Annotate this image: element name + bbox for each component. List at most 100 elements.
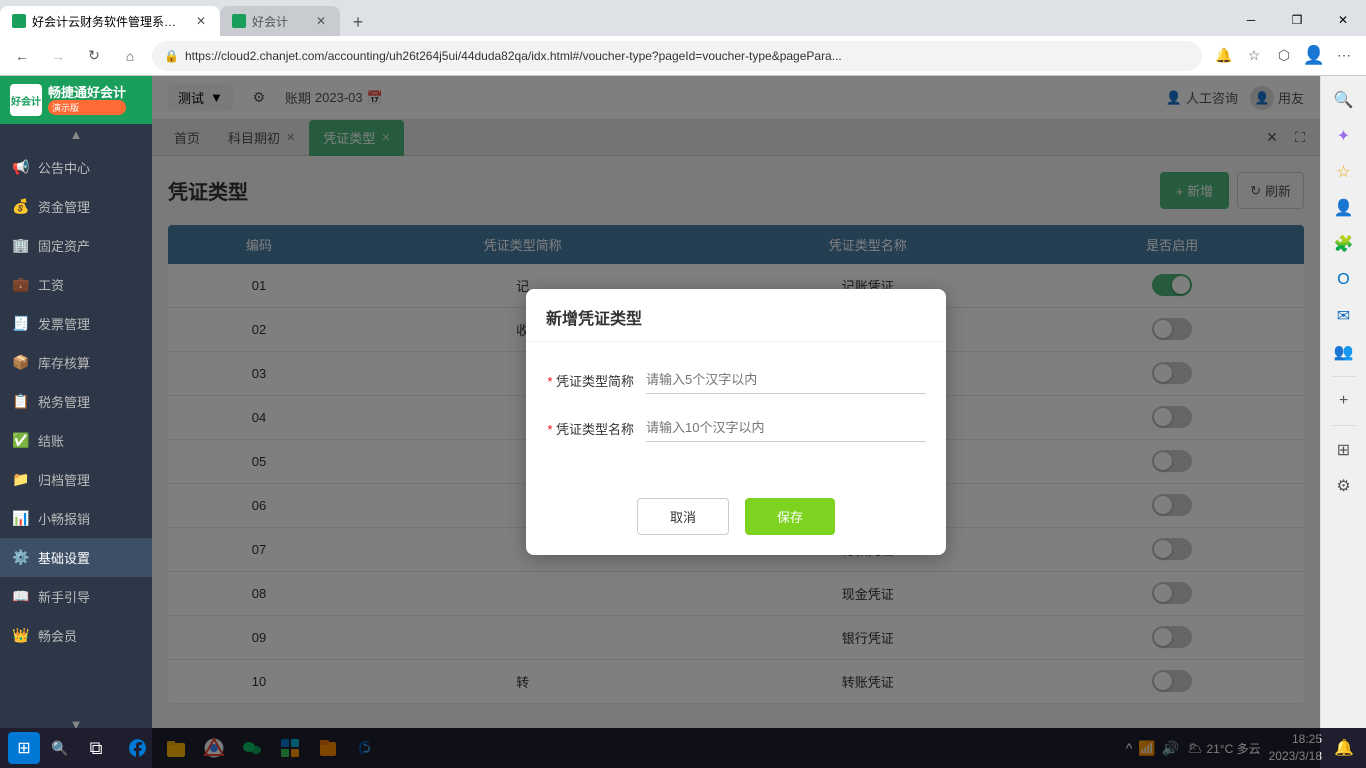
save-button[interactable]: 保存 (745, 498, 835, 535)
right-panel: 🔍 ✦ ☆ 👤 🧩 O ✉ 👥 + ⊞ ⚙ (1320, 76, 1366, 768)
right-panel-star-button[interactable]: ☆ (1328, 156, 1360, 188)
tab-title-1: 好会计云财务软件管理系统_会计 (32, 13, 188, 30)
tab-2[interactable]: 好会计 ✕ (220, 6, 340, 36)
tab-close-1[interactable]: ✕ (194, 12, 208, 30)
logo-badge: 演示版 (48, 100, 126, 115)
tax-icon: 📋 (12, 393, 30, 411)
right-panel-ai-button[interactable]: ✦ (1328, 120, 1360, 152)
sidebar-label-fixed-assets: 固定资产 (38, 236, 90, 255)
name-form-row: 凭证类型名称 (546, 414, 926, 442)
right-panel-mail-button[interactable]: ✉ (1328, 300, 1360, 332)
sidebar-item-fixed-assets[interactable]: 🏢 固定资产 (0, 226, 152, 265)
sidebar-item-settlement[interactable]: ✅ 结账 (0, 421, 152, 460)
sidebar-scroll-up[interactable]: ▲ (0, 124, 152, 144)
url-bar[interactable]: 🔒 https://cloud2.chanjet.com/accounting/… (152, 41, 1202, 71)
task-view-button[interactable]: ⧉ (80, 732, 112, 764)
menu-button[interactable]: ⋯ (1330, 42, 1358, 70)
add-voucher-type-modal: 新增凭证类型 凭证类型简称 凭证类型名称 取消 保存 (526, 289, 946, 555)
reload-button[interactable]: ↻ (80, 42, 108, 70)
sidebar-logo: 好会计 畅捷通好会计 演示版 (0, 76, 152, 124)
sidebar: 好会计 畅捷通好会计 演示版 ▲ 📢 公告中心 💰 资金管理 🏢 固定资产 (0, 76, 152, 768)
announcements-icon: 📢 (12, 159, 30, 177)
modal-body: 凭证类型简称 凭证类型名称 (526, 342, 946, 486)
right-panel-extension-button[interactable]: 🧩 (1328, 228, 1360, 260)
sidebar-item-payroll[interactable]: 💼 工资 (0, 265, 152, 304)
right-panel-search-button[interactable]: 🔍 (1328, 84, 1360, 116)
tab-1[interactable]: 好会计云财务软件管理系统_会计 ✕ (0, 6, 220, 36)
membership-icon: 👑 (12, 627, 30, 645)
lock-icon: 🔒 (164, 49, 179, 63)
guide-icon: 📖 (12, 588, 30, 606)
sidebar-item-announcements[interactable]: 📢 公告中心 (0, 148, 152, 187)
logo-text: 畅捷通好会计 (48, 85, 126, 101)
address-bar: ← → ↻ ⌂ 🔒 https://cloud2.chanjet.com/acc… (0, 36, 1366, 76)
sidebar-item-guide[interactable]: 📖 新手引导 (0, 577, 152, 616)
settlement-icon: ✅ (12, 432, 30, 450)
profile-button[interactable]: 👤 (1300, 42, 1328, 70)
sidebar-item-expense[interactable]: 📊 小畅报销 (0, 499, 152, 538)
browser-actions: 🔔 ☆ ⬡ 👤 ⋯ (1210, 42, 1358, 70)
back-button[interactable]: ← (8, 42, 36, 70)
sidebar-item-tax[interactable]: 📋 税务管理 (0, 382, 152, 421)
sidebar-label-expense: 小畅报销 (38, 509, 90, 528)
taskbar-edge[interactable] (120, 730, 156, 766)
tab-favicon-1 (12, 14, 26, 28)
sidebar-label-membership: 畅会员 (38, 626, 77, 645)
right-panel-users-button[interactable]: 👥 (1328, 336, 1360, 368)
right-panel-separator (1332, 376, 1356, 377)
tab-bar: 好会计云财务软件管理系统_会计 ✕ 好会计 ✕ + ─ ❒ ✕ (0, 0, 1366, 36)
tab-favicon-2 (232, 14, 246, 28)
basic-settings-icon: ⚙️ (12, 549, 30, 567)
fixed-assets-icon: 🏢 (12, 237, 30, 255)
sidebar-items: 📢 公告中心 💰 资金管理 🏢 固定资产 💼 工资 🧾 发票管理 📦 库 (0, 144, 152, 714)
notification-button[interactable]: 🔔 (1330, 734, 1358, 762)
sidebar-item-membership[interactable]: 👑 畅会员 (0, 616, 152, 655)
abbr-input[interactable] (646, 366, 926, 394)
right-panel-settings-button[interactable]: ⚙ (1328, 470, 1360, 502)
sidebar-label-guide: 新手引导 (38, 587, 90, 606)
url-text: https://cloud2.chanjet.com/accounting/uh… (185, 49, 1190, 63)
sidebar-item-archive[interactable]: 📁 归档管理 (0, 460, 152, 499)
logo-icon: 好会计 (10, 84, 42, 116)
right-panel-person-button[interactable]: 👤 (1328, 192, 1360, 224)
name-input[interactable] (646, 414, 926, 442)
modal-footer: 取消 保存 (526, 486, 946, 555)
right-panel-grid-button[interactable]: ⊞ (1328, 434, 1360, 466)
funds-icon: 💰 (12, 198, 30, 216)
collection-button[interactable]: ⬡ (1270, 42, 1298, 70)
sidebar-label-payroll: 工资 (38, 275, 64, 294)
sidebar-item-basic-settings[interactable]: ⚙️ 基础设置 (0, 538, 152, 577)
abbr-form-row: 凭证类型简称 (546, 366, 926, 394)
forward-button[interactable]: → (44, 42, 72, 70)
sidebar-label-settlement: 结账 (38, 431, 64, 450)
home-button[interactable]: ⌂ (116, 42, 144, 70)
tab-close-2[interactable]: ✕ (314, 12, 328, 30)
right-panel-outlook-button[interactable]: O (1328, 264, 1360, 296)
name-label: 凭证类型名称 (546, 419, 646, 438)
abbr-label: 凭证类型简称 (546, 371, 646, 390)
taskbar-search-button[interactable]: 🔍 (44, 732, 76, 764)
inventory-icon: 📦 (12, 354, 30, 372)
modal-title: 新增凭证类型 (546, 305, 926, 329)
minimize-button[interactable]: ─ (1228, 4, 1274, 36)
start-button[interactable]: ⊞ (8, 732, 40, 764)
sidebar-label-announcements: 公告中心 (38, 158, 90, 177)
extensions-button[interactable]: 🔔 (1210, 42, 1238, 70)
sidebar-label-basic-settings: 基础设置 (38, 548, 90, 567)
expense-icon: 📊 (12, 510, 30, 528)
archive-icon: 📁 (12, 471, 30, 489)
right-panel-add-button[interactable]: + (1328, 385, 1360, 417)
sidebar-item-funds[interactable]: 💰 资金管理 (0, 187, 152, 226)
favorites-button[interactable]: ☆ (1240, 42, 1268, 70)
sidebar-label-tax: 税务管理 (38, 392, 90, 411)
modal-overlay: 新增凭证类型 凭证类型简称 凭证类型名称 取消 保存 (152, 76, 1320, 768)
right-panel-separator-2 (1332, 425, 1356, 426)
close-button[interactable]: ✕ (1320, 4, 1366, 36)
restore-button[interactable]: ❒ (1274, 4, 1320, 36)
sidebar-item-invoices[interactable]: 🧾 发票管理 (0, 304, 152, 343)
sidebar-label-funds: 资金管理 (38, 197, 90, 216)
cancel-button[interactable]: 取消 (637, 498, 729, 535)
new-tab-button[interactable]: + (344, 8, 372, 36)
sidebar-item-inventory[interactable]: 📦 库存核算 (0, 343, 152, 382)
sidebar-label-invoices: 发票管理 (38, 314, 90, 333)
